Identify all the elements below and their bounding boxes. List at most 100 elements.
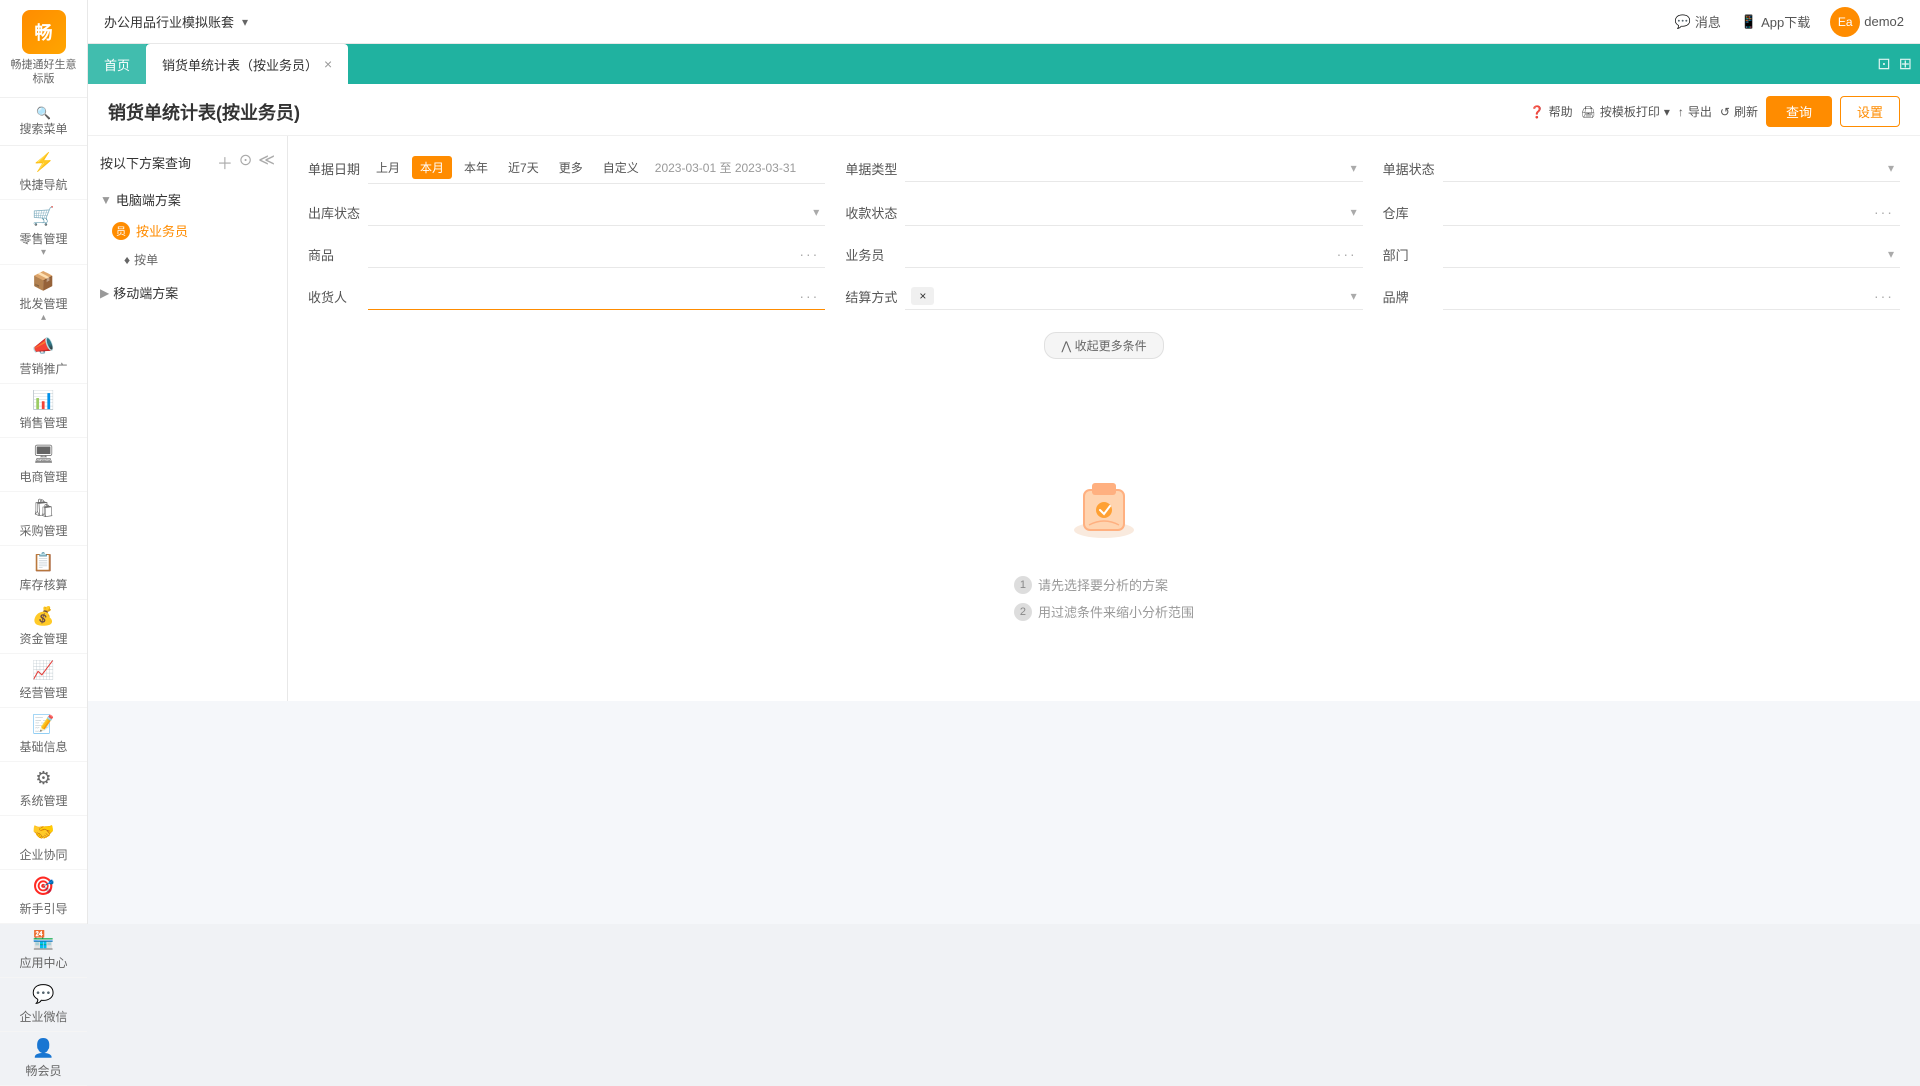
sidebar-item-retail[interactable]: 🛒 零售管理 ▾	[0, 200, 87, 265]
topbar-right: 💬 消息 📱 App下载 Ea demo2	[1675, 7, 1904, 37]
salesperson-control[interactable]: ···	[905, 240, 1362, 268]
purchase-icon: 🛍	[32, 498, 55, 519]
doc-type-filter-item: 单据类型 ▾	[845, 154, 1362, 182]
sidebar-item-quicknav[interactable]: ⚡ 快捷导航	[0, 146, 87, 200]
sidebar-item-sales[interactable]: 📊 销售管理	[0, 384, 87, 438]
wechat-icon: 💬	[32, 984, 54, 1005]
collapse-button[interactable]: ⋀ 收起更多条件	[1044, 332, 1163, 359]
sidebar-item-stock[interactable]: 📋 库存核算	[0, 546, 87, 600]
sidebar-system-label: 系统管理	[19, 792, 67, 809]
sidebar-corp-label: 企业协同	[19, 846, 67, 863]
collect-status-control[interactable]: ▾	[905, 198, 1362, 226]
user-name: demo2	[1864, 14, 1904, 29]
sidebar-item-marketing[interactable]: 📣 营销推广	[0, 330, 87, 384]
retail-arrow: ▾	[41, 247, 46, 258]
empty-state: 1 请先选择要分析的方案 2 用过滤条件来缩小分析范围	[288, 375, 1920, 701]
goods-control[interactable]: ···	[368, 240, 825, 268]
tab-expand-icon[interactable]: ⊞	[1899, 54, 1912, 74]
settings-button[interactable]: 设置	[1840, 96, 1900, 127]
system-icon: ⚙	[35, 768, 51, 789]
settlement-tag-close[interactable]: ×	[919, 289, 926, 303]
dept-filter-item: 部门 ▾	[1383, 240, 1900, 268]
finance-icon: 💰	[32, 606, 54, 627]
appstore-icon: 🏪	[32, 930, 54, 951]
goods-filter-item: 商品 ···	[308, 240, 825, 268]
date-filter-item: 单据日期 上月 本月 本年 近7天 更多 自定义 2023-03-01 至 20…	[308, 152, 825, 184]
close-tab-button[interactable]: ×	[324, 56, 332, 72]
corp-icon: 🤝	[32, 822, 54, 843]
out-status-arrow: ▾	[813, 205, 819, 219]
brand-control[interactable]: ···	[1443, 282, 1900, 310]
sidebar-wechat-label: 企业微信	[19, 1008, 67, 1025]
logo: 畅 畅捷通好生意标版	[0, 0, 87, 98]
collect-status-filter-item: 收款状态 ▾	[845, 198, 1362, 226]
sidebar-item-ecom[interactable]: 🖥 电商管理	[0, 438, 87, 492]
newbie-icon: 🎯	[32, 876, 54, 897]
content-area: 销货单统计表(按业务员) ❓ 帮助 🖨 按模板打印 ▾ ↑ 导出	[88, 84, 1920, 924]
sidebar-item-corp[interactable]: 🤝 企业协同	[0, 816, 87, 870]
refresh-button[interactable]: ↺ 刷新	[1720, 103, 1758, 120]
scheme-sub-item-order[interactable]: ♦ 按单	[88, 246, 287, 273]
date-btn-this-month[interactable]: 本月	[412, 156, 452, 179]
out-status-control[interactable]: ▾	[368, 198, 825, 226]
sidebar-item-search[interactable]: 🔍 搜索菜单	[0, 98, 87, 146]
query-button[interactable]: 查询	[1766, 96, 1832, 127]
date-btn-more[interactable]: 更多	[551, 156, 591, 179]
export-button[interactable]: ↑ 导出	[1678, 103, 1712, 120]
tabbar-actions: ⊡ ⊞	[1877, 54, 1920, 74]
scheme-group-pc-title[interactable]: ▼ 电脑端方案	[88, 184, 287, 215]
sidebar-item-finance[interactable]: 💰 资金管理	[0, 600, 87, 654]
goods-dots: ···	[799, 246, 819, 262]
app-download-button[interactable]: 📱 App下载	[1741, 12, 1810, 31]
basic-icon: 📝	[32, 714, 54, 735]
sidebar-item-system[interactable]: ⚙ 系统管理	[0, 762, 87, 816]
doc-type-control[interactable]: ▾	[905, 154, 1362, 182]
tab-minimize-icon[interactable]: ⊡	[1877, 54, 1890, 74]
sidebar-finance-label: 资金管理	[19, 630, 67, 647]
message-button[interactable]: 💬 消息	[1675, 12, 1721, 31]
sidebar-stock-label: 库存核算	[19, 576, 67, 593]
filter-row-4: 收货人 ··· 结算方式	[308, 282, 1900, 310]
settlement-tag: ×	[911, 287, 934, 305]
sidebar-item-wholesale[interactable]: 📦 批发管理 ▴	[0, 265, 87, 330]
sidebar-member-label: 畅会员	[25, 1062, 61, 1079]
settlement-control[interactable]: × ▾	[905, 282, 1362, 310]
scheme-collapse-button[interactable]: ≪	[258, 150, 275, 174]
doc-type-label: 单据类型	[845, 159, 905, 178]
ops-icon: 📈	[32, 660, 54, 681]
user-menu[interactable]: Ea demo2	[1830, 7, 1904, 37]
collect-status-label: 收款状态	[845, 203, 905, 222]
warehouse-control[interactable]: ···	[1443, 198, 1900, 226]
date-btn-7days[interactable]: 近7天	[500, 156, 547, 179]
dept-control[interactable]: ▾	[1443, 240, 1900, 268]
date-btn-this-year[interactable]: 本年	[456, 156, 496, 179]
topbar-dropdown[interactable]: ▾	[242, 15, 248, 29]
print-icon: 🖨	[1581, 105, 1596, 119]
date-btn-custom[interactable]: 自定义	[595, 156, 647, 179]
sidebar-item-appstore[interactable]: 🏪 应用中心	[0, 924, 87, 978]
date-btn-last-month[interactable]: 上月	[368, 156, 408, 179]
tab-home[interactable]: 首页	[88, 44, 146, 84]
doc-status-arrow: ▾	[1888, 161, 1894, 175]
sidebar-item-basic[interactable]: 📝 基础信息	[0, 708, 87, 762]
sidebar-item-member[interactable]: 👤 畅会员	[0, 1032, 87, 1086]
sidebar-item-ops[interactable]: 📈 经营管理	[0, 654, 87, 708]
brand-dots: ···	[1874, 288, 1894, 304]
tip-num-2: 2	[1014, 603, 1032, 621]
ecom-icon: 🖥	[32, 444, 55, 465]
print-template-button[interactable]: 🖨 按模板打印 ▾	[1581, 103, 1670, 120]
doc-status-control[interactable]: ▾	[1443, 154, 1900, 182]
scheme-group-mobile-title[interactable]: ▶ 移动端方案	[88, 277, 287, 308]
scheme-add-button[interactable]: ＋	[217, 150, 233, 174]
sidebar-item-purchase[interactable]: 🛍 采购管理	[0, 492, 87, 546]
scheme-edit-button[interactable]: ⊙	[239, 150, 252, 174]
page-header: 销货单统计表(按业务员) ❓ 帮助 🖨 按模板打印 ▾ ↑ 导出	[88, 84, 1920, 136]
scheme-panel-header: 按以下方案查询 ＋ ⊙ ≪	[88, 144, 287, 180]
sidebar-item-newbie[interactable]: 🎯 新手引导	[0, 870, 87, 924]
help-button[interactable]: ❓ 帮助	[1530, 103, 1573, 120]
tab-sales-stat[interactable]: 销货单统计表（按业务员） ×	[146, 44, 348, 84]
receiver-control[interactable]: ···	[368, 282, 825, 310]
search-icon: 🔍	[36, 106, 51, 120]
sidebar-item-wechat[interactable]: 💬 企业微信	[0, 978, 87, 1032]
scheme-item-salesperson[interactable]: 员 按业务员	[88, 215, 287, 246]
